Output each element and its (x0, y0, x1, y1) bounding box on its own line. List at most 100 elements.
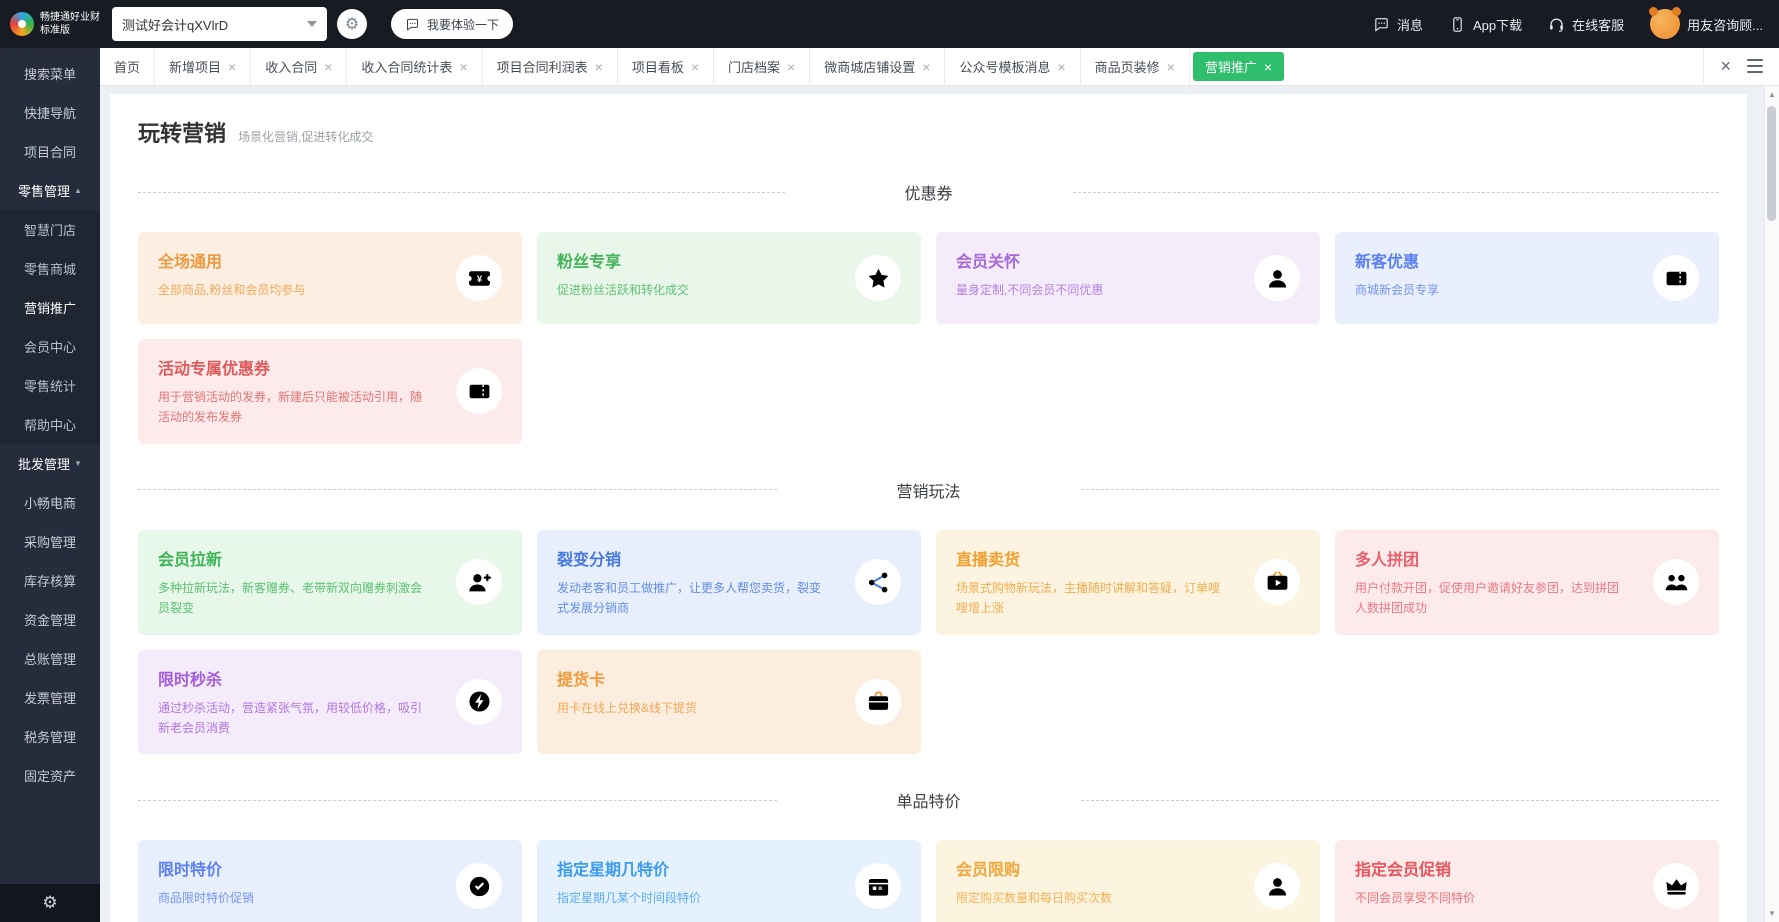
tab-product-page-design[interactable]: 商品页装修 × (1081, 48, 1190, 85)
feature-card[interactable]: 多人拼团 用户付款开团，促使用户邀请好友参团，达到拼团人数拼团成功 (1335, 529, 1719, 635)
tab-marketing-promotion[interactable]: 营销推广 × (1192, 52, 1285, 81)
tab-close-icon[interactable]: × (228, 60, 236, 74)
feature-card[interactable]: 直播卖货 场景式购物新玩法，主播随时讲解和答疑，订单嗖嗖增上涨 (936, 529, 1320, 635)
sidebar-item-xiaochang-ecommerce[interactable]: 小畅电商 (0, 483, 100, 522)
sidebar-item-label: 批发管理 (18, 457, 71, 472)
section-title: 营销玩法 (896, 483, 961, 501)
sidebar-item-smart-store[interactable]: 智慧门店 (0, 210, 100, 249)
card-title: 全场通用 (158, 254, 223, 271)
chevron-down-icon (307, 21, 317, 27)
tab-store-archive[interactable]: 门店档案 × (714, 48, 811, 85)
card-title: 会员关怀 (956, 254, 1021, 271)
sidebar-item-fixed-assets[interactable]: 固定资产 (0, 756, 100, 795)
tab-label: 收入合同 (265, 60, 318, 75)
tab-close-icon[interactable]: × (1264, 60, 1272, 74)
sidebar-item-general-ledger[interactable]: 总账管理 (0, 639, 100, 678)
tab-official-account-template[interactable]: 公众号模板消息 × (945, 48, 1081, 85)
scrollbar-thumb[interactable] (1767, 106, 1776, 221)
feature-card[interactable]: 全场通用 全部商品,粉丝和会员均参与 (138, 232, 522, 324)
sidebar-item-label: 采购管理 (23, 535, 76, 550)
sidebar-settings-gear-icon[interactable]: ⚙ (0, 884, 100, 922)
close-all-tabs-icon[interactable]: × (1720, 57, 1731, 75)
tab-new-project[interactable]: 新增项目 × (155, 48, 252, 85)
share-network-icon (855, 559, 901, 606)
logo-line2: 标准版 (40, 25, 70, 36)
messages-button[interactable]: 消息 (1373, 15, 1423, 34)
feature-card[interactable]: 指定星期几特价 指定星期几某个时间段特价 (537, 840, 921, 922)
settings-gear-icon[interactable]: ⚙ (337, 9, 367, 39)
card-title: 限时特价 (158, 862, 223, 880)
consultant-entry[interactable]: 用友咨询顾... (1649, 7, 1763, 39)
sidebar-item-tax-management[interactable]: 税务管理 (0, 717, 100, 756)
sidebar-item-purchase-management[interactable]: 采购管理 (0, 522, 100, 561)
tab-project-contract-profit[interactable]: 项目合同利润表 × (483, 48, 618, 85)
sidebar-item-quick-nav[interactable]: 快捷导航 (0, 93, 100, 132)
feature-card[interactable]: 提货卡 用卡在线上兑换&线下提货 (537, 649, 921, 755)
page-subtitle: 场景化营销,促进转化成交 (238, 130, 374, 144)
feature-card[interactable]: 新客优惠 商城新会员专享 (1335, 232, 1719, 324)
content-area: 玩转营销 场景化营销,促进转化成交 优惠券 全场通用 全部商品,粉丝和会员均参与 (100, 86, 1779, 922)
experience-label: 我要体验一下 (427, 17, 500, 32)
sidebar-item-label: 智慧门店 (23, 223, 76, 238)
user-plus-icon (456, 559, 502, 606)
online-service-button[interactable]: 在线客服 (1548, 15, 1624, 34)
star-icon (855, 255, 901, 301)
tab-close-icon[interactable]: × (1057, 60, 1065, 74)
tab-income-contract-stats[interactable]: 收入合同统计表 × (347, 48, 483, 85)
section-coupons: 优惠券 全场通用 全部商品,粉丝和会员均参与 粉丝专享 促进粉丝活跃和转化成交 (110, 180, 1747, 922)
tab-home[interactable]: 首页 (100, 48, 156, 85)
scroll-up-icon[interactable]: ▲ (1765, 90, 1779, 99)
feature-card[interactable]: 粉丝专享 促进粉丝活跃和转化成交 (537, 232, 921, 324)
feature-card[interactable]: 会员关怀 量身定制,不同会员不同优惠 (936, 232, 1320, 324)
sidebar-item-member-center[interactable]: 会员中心 (0, 327, 100, 366)
tab-close-icon[interactable]: × (922, 60, 930, 74)
sidebar-item-retail-mall[interactable]: 零售商城 (0, 249, 100, 288)
app-download-button[interactable]: App下载 (1449, 15, 1522, 34)
sidebar-group-wholesale-management[interactable]: 批发管理 ▼ (0, 444, 100, 483)
sidebar-item-inventory-accounting[interactable]: 库存核算 (0, 561, 100, 600)
scroll-down-icon[interactable]: ▼ (1765, 909, 1779, 918)
tab-close-icon[interactable]: × (1167, 60, 1175, 74)
user-icon (1254, 255, 1300, 301)
logo-line1: 畅捷通好业财 (40, 12, 100, 23)
sidebar-item-marketing-promotion[interactable]: 营销推广 (0, 288, 100, 327)
main-layout: 搜索菜单 快捷导航 项目合同 零售管理 ▲ 智慧门店 零售商城 营销推广 会员中心… (0, 48, 1779, 922)
experience-button[interactable]: 我要体验一下 (391, 9, 514, 39)
tab-close-icon[interactable]: × (691, 60, 699, 74)
feature-card[interactable]: 限时特价 商品限时特价促销 (138, 840, 522, 922)
sidebar-item-help-center[interactable]: 帮助中心 (0, 405, 100, 444)
tab-close-icon[interactable]: × (595, 60, 603, 74)
card-title: 会员限购 (956, 862, 1021, 880)
sidebar-item-project-contract[interactable]: 项目合同 (0, 132, 100, 171)
workspace: 首页 新增项目 × 收入合同 × 收入合同统计表 × 项目合同利润表 × 项目看板 × 门… (100, 48, 1779, 922)
tab-weshop-settings[interactable]: 微商城店铺设置 × (810, 48, 946, 85)
tab-income-contract[interactable]: 收入合同 × (251, 48, 348, 85)
account-select[interactable]: 测试好会计qXVlrD (112, 7, 327, 41)
vertical-scrollbar[interactable]: ▲ ▼ (1764, 86, 1779, 922)
tab-close-icon[interactable]: × (787, 60, 795, 74)
sidebar-item-label: 资金管理 (23, 613, 76, 628)
sidebar-item-funds-management[interactable]: 资金管理 (0, 600, 100, 639)
feature-card[interactable]: 裂变分销 发动老客和员工做推广，让更多人帮您卖货，裂变式发展分销商 (537, 529, 921, 635)
sidebar-item-retail-stats[interactable]: 零售统计 (0, 366, 100, 405)
tab-list-menu-icon[interactable] (1747, 59, 1763, 73)
tab-close-icon[interactable]: × (459, 60, 467, 74)
feature-card[interactable]: 活动专属优惠券 用于营销活动的发券，新建后只能被活动引用，随活动的发布发券 (138, 339, 522, 444)
sidebar-item-search-menu[interactable]: 搜索菜单 (0, 54, 100, 93)
feature-card[interactable]: 限时秒杀 通过秒杀活动，营造紧张气氛，用较低价格，吸引新老会员消费 (138, 649, 522, 755)
sidebar-item-invoice-management[interactable]: 发票管理 (0, 678, 100, 717)
feature-card[interactable]: 指定会员促销 不同会员享受不同特价 (1335, 840, 1719, 922)
sidebar-group-retail-management[interactable]: 零售管理 ▲ (0, 171, 100, 210)
online-service-label: 在线客服 (1572, 17, 1625, 33)
crown-icon (1653, 863, 1699, 910)
section-title: 单品特价 (896, 794, 961, 812)
tab-label: 营销推广 (1204, 60, 1257, 75)
card-title: 多人拼团 (1355, 551, 1420, 569)
card-desc: 指定星期几某个时间段特价 (557, 891, 702, 906)
feature-card[interactable]: 会员拉新 多种拉新玩法，新客赠券、老带新双向赠券刺激会员裂变 (138, 529, 522, 635)
feature-card[interactable]: 会员限购 限定购买数量和每日购买次数 (936, 840, 1320, 922)
tab-project-board[interactable]: 项目看板 × (618, 48, 715, 85)
dashed-divider (1080, 799, 1720, 801)
section-header: 单品特价 (138, 788, 1720, 812)
tab-close-icon[interactable]: × (324, 60, 332, 74)
